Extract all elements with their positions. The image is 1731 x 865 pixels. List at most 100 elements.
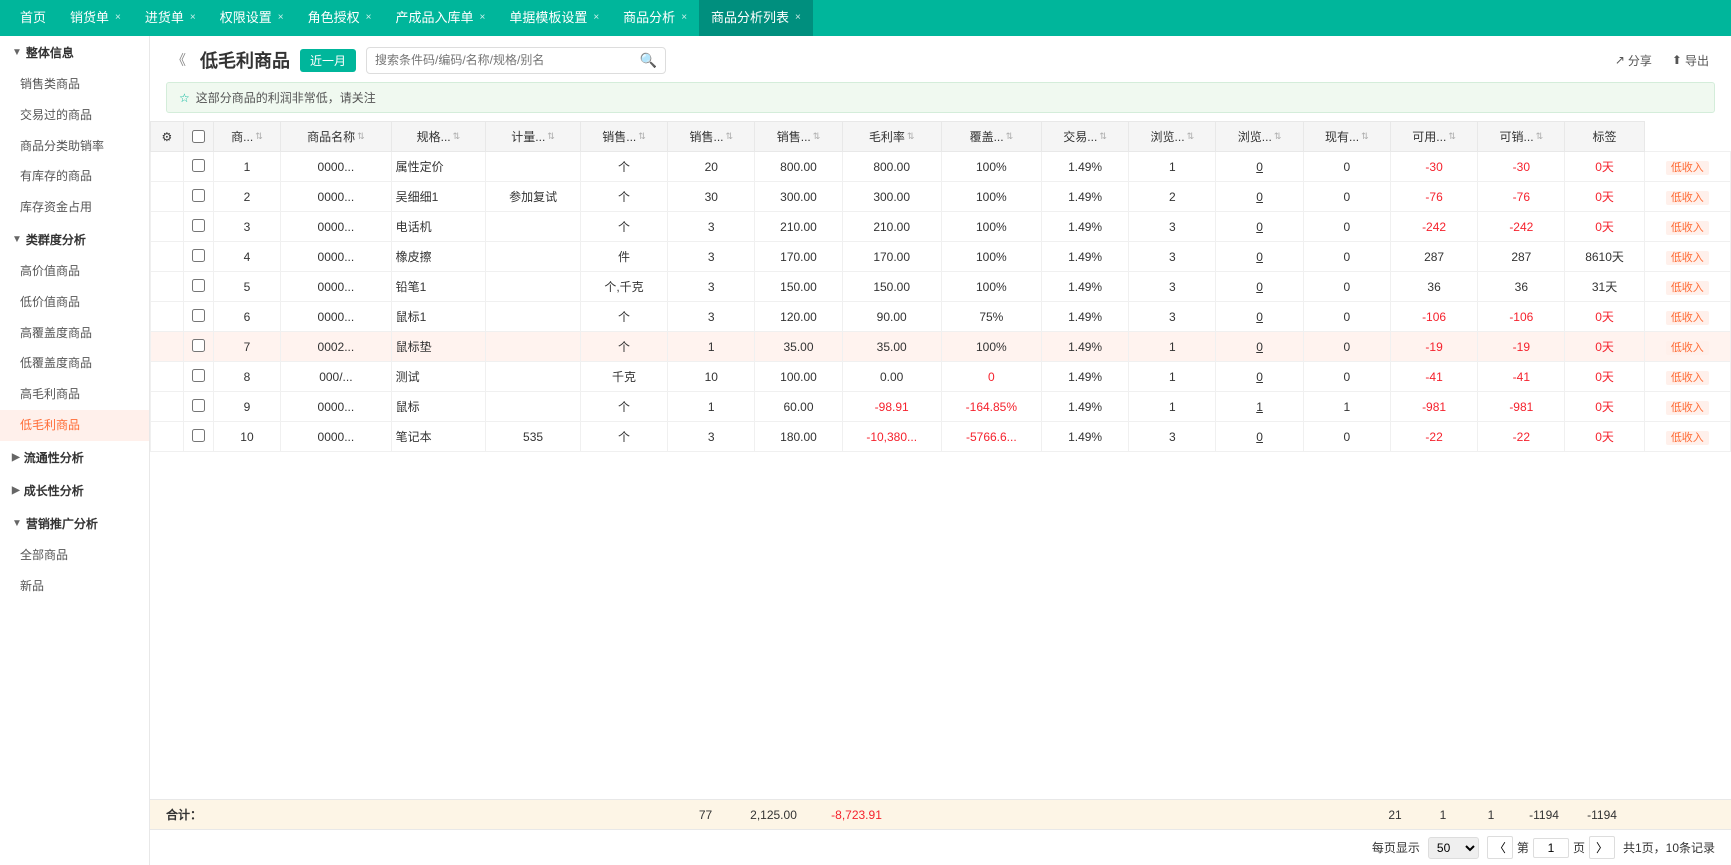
th-available-stock[interactable]: 可用...⇅ [1390, 122, 1477, 152]
row-browse1[interactable]: 0 [1216, 272, 1303, 302]
next-page-btn[interactable]: 〉 [1589, 836, 1615, 859]
close-icon[interactable]: × [479, 0, 485, 36]
th-unit[interactable]: 计量...⇅ [486, 122, 581, 152]
row-num: 8 [213, 362, 280, 392]
close-icon[interactable]: × [190, 0, 196, 36]
filter-btn[interactable]: 近一月 [300, 49, 356, 72]
close-icon[interactable]: × [366, 0, 372, 36]
sidebar-item-low-coverage[interactable]: 低覆盖度商品 [0, 348, 149, 379]
sort-icon: ⇅ [453, 131, 461, 142]
sidebar-item-high-coverage[interactable]: 高覆盖度商品 [0, 318, 149, 349]
th-browse1[interactable]: 浏览...⇅ [1129, 122, 1216, 152]
search-input[interactable] [375, 53, 640, 67]
row-select-checkbox[interactable] [192, 309, 205, 322]
sidebar-item-new-goods[interactable]: 新品 [0, 571, 149, 602]
th-gross-margin[interactable]: 毛利率⇅ [842, 122, 941, 152]
row-select-checkbox[interactable] [192, 219, 205, 232]
row-checkbox[interactable] [183, 392, 213, 422]
row-checkbox[interactable] [183, 182, 213, 212]
close-icon[interactable]: × [593, 0, 599, 36]
export-button[interactable]: ⬆ 导出 [1666, 49, 1715, 72]
row-spec [486, 302, 581, 332]
row-checkbox[interactable] [183, 302, 213, 332]
sidebar-item-category-rate[interactable]: 商品分类助销率 [0, 131, 149, 162]
close-icon[interactable]: × [278, 0, 284, 36]
th-sales-qty[interactable]: 销售...⇅ [580, 122, 667, 152]
sidebar-item-high-margin[interactable]: 高毛利商品 [0, 379, 149, 410]
row-select-checkbox[interactable] [192, 339, 205, 352]
sidebar-section-growth[interactable]: ▶ 成长性分析 [0, 474, 149, 507]
sidebar-section-marketing[interactable]: ▼ 营销推广分析 [0, 507, 149, 540]
footer-bar: 合计： 77 2,125.00 -8,723.91 21 1 1 -1194 -… [150, 799, 1731, 829]
th-settings[interactable]: ⚙ [151, 122, 184, 152]
nav-product-entry[interactable]: 产成品入库单 × [383, 0, 497, 36]
sidebar-item-all-goods[interactable]: 全部商品 [0, 540, 149, 571]
row-browse1[interactable]: 0 [1216, 212, 1303, 242]
close-icon[interactable]: × [681, 0, 687, 36]
sidebar-collapse-btn[interactable]: 《 [168, 46, 190, 74]
sidebar-item-low-value[interactable]: 低价值商品 [0, 287, 149, 318]
row-select-checkbox[interactable] [192, 159, 205, 172]
row-browse1[interactable]: 0 [1216, 242, 1303, 272]
row-select-checkbox[interactable] [192, 429, 205, 442]
nav-product-analysis-list[interactable]: 商品分析列表 × [699, 0, 813, 36]
row-checkbox[interactable] [183, 362, 213, 392]
row-select-checkbox[interactable] [192, 279, 205, 292]
nav-purchase[interactable]: 进货单 × [133, 0, 208, 36]
sidebar-section-flow[interactable]: ▶ 流通性分析 [0, 441, 149, 474]
th-browse2[interactable]: 浏览...⇅ [1216, 122, 1303, 152]
sidebar-section-cluster[interactable]: ▼ 类群度分析 [0, 223, 149, 256]
th-trade-count[interactable]: 交易...⇅ [1041, 122, 1128, 152]
row-checkbox[interactable] [183, 212, 213, 242]
row-sales-qty: 20 [668, 152, 755, 182]
th-code[interactable]: 商...⇅ [213, 122, 280, 152]
th-name[interactable]: 商品名称⇅ [281, 122, 391, 152]
row-browse1[interactable]: 0 [1216, 182, 1303, 212]
row-checkbox[interactable] [183, 152, 213, 182]
row-browse1[interactable]: 0 [1216, 152, 1303, 182]
row-select-checkbox[interactable] [192, 399, 205, 412]
share-button[interactable]: ↗ 分享 [1609, 49, 1658, 72]
row-checkbox[interactable] [183, 332, 213, 362]
sidebar-item-sales-goods[interactable]: 销售类商品 [0, 69, 149, 100]
th-coverage[interactable]: 覆盖...⇅ [941, 122, 1041, 152]
row-num: 9 [213, 392, 280, 422]
row-browse1[interactable]: 0 [1216, 422, 1303, 452]
th-sellable[interactable]: 可销...⇅ [1478, 122, 1565, 152]
chevron-right-icon: ▶ [12, 452, 20, 463]
close-icon[interactable]: × [115, 0, 121, 36]
row-select-checkbox[interactable] [192, 369, 205, 382]
prev-page-btn[interactable]: 〈 [1487, 836, 1513, 859]
th-current-stock[interactable]: 现有...⇅ [1303, 122, 1390, 152]
close-icon[interactable]: × [795, 0, 801, 36]
nav-permissions[interactable]: 权限设置 × [208, 0, 296, 36]
sidebar-section-overall[interactable]: ▼ 整体信息 [0, 36, 149, 69]
row-browse1[interactable]: 0 [1216, 302, 1303, 332]
select-all-checkbox[interactable] [192, 130, 205, 143]
th-checkbox[interactable] [183, 122, 213, 152]
row-browse1[interactable]: 0 [1216, 332, 1303, 362]
row-select-checkbox[interactable] [192, 189, 205, 202]
per-page-select[interactable]: 50 20 100 [1428, 837, 1479, 859]
row-select-checkbox[interactable] [192, 249, 205, 262]
th-spec[interactable]: 规格...⇅ [391, 122, 486, 152]
nav-home[interactable]: 首页 [8, 0, 58, 36]
th-sales-profit[interactable]: 销售...⇅ [755, 122, 842, 152]
row-checkbox[interactable] [183, 272, 213, 302]
row-browse1[interactable]: 1 [1216, 392, 1303, 422]
nav-product-analysis[interactable]: 商品分析 × [611, 0, 699, 36]
sidebar-item-stock-goods[interactable]: 有库存的商品 [0, 161, 149, 192]
row-checkbox[interactable] [183, 242, 213, 272]
sidebar-item-stock-capital[interactable]: 库存资金占用 [0, 192, 149, 223]
th-tag[interactable]: 标签 [1565, 122, 1644, 152]
th-sales-price[interactable]: 销售...⇅ [668, 122, 755, 152]
sidebar-item-high-value[interactable]: 高价值商品 [0, 256, 149, 287]
nav-template-settings[interactable]: 单据模板设置 × [497, 0, 611, 36]
row-browse1[interactable]: 0 [1216, 362, 1303, 392]
sidebar-item-traded-goods[interactable]: 交易过的商品 [0, 100, 149, 131]
nav-role-auth[interactable]: 角色授权 × [296, 0, 384, 36]
page-number-input[interactable] [1533, 838, 1569, 858]
nav-sales[interactable]: 销货单 × [58, 0, 133, 36]
row-checkbox[interactable] [183, 422, 213, 452]
sidebar-item-low-margin[interactable]: 低毛利商品 [0, 410, 149, 441]
